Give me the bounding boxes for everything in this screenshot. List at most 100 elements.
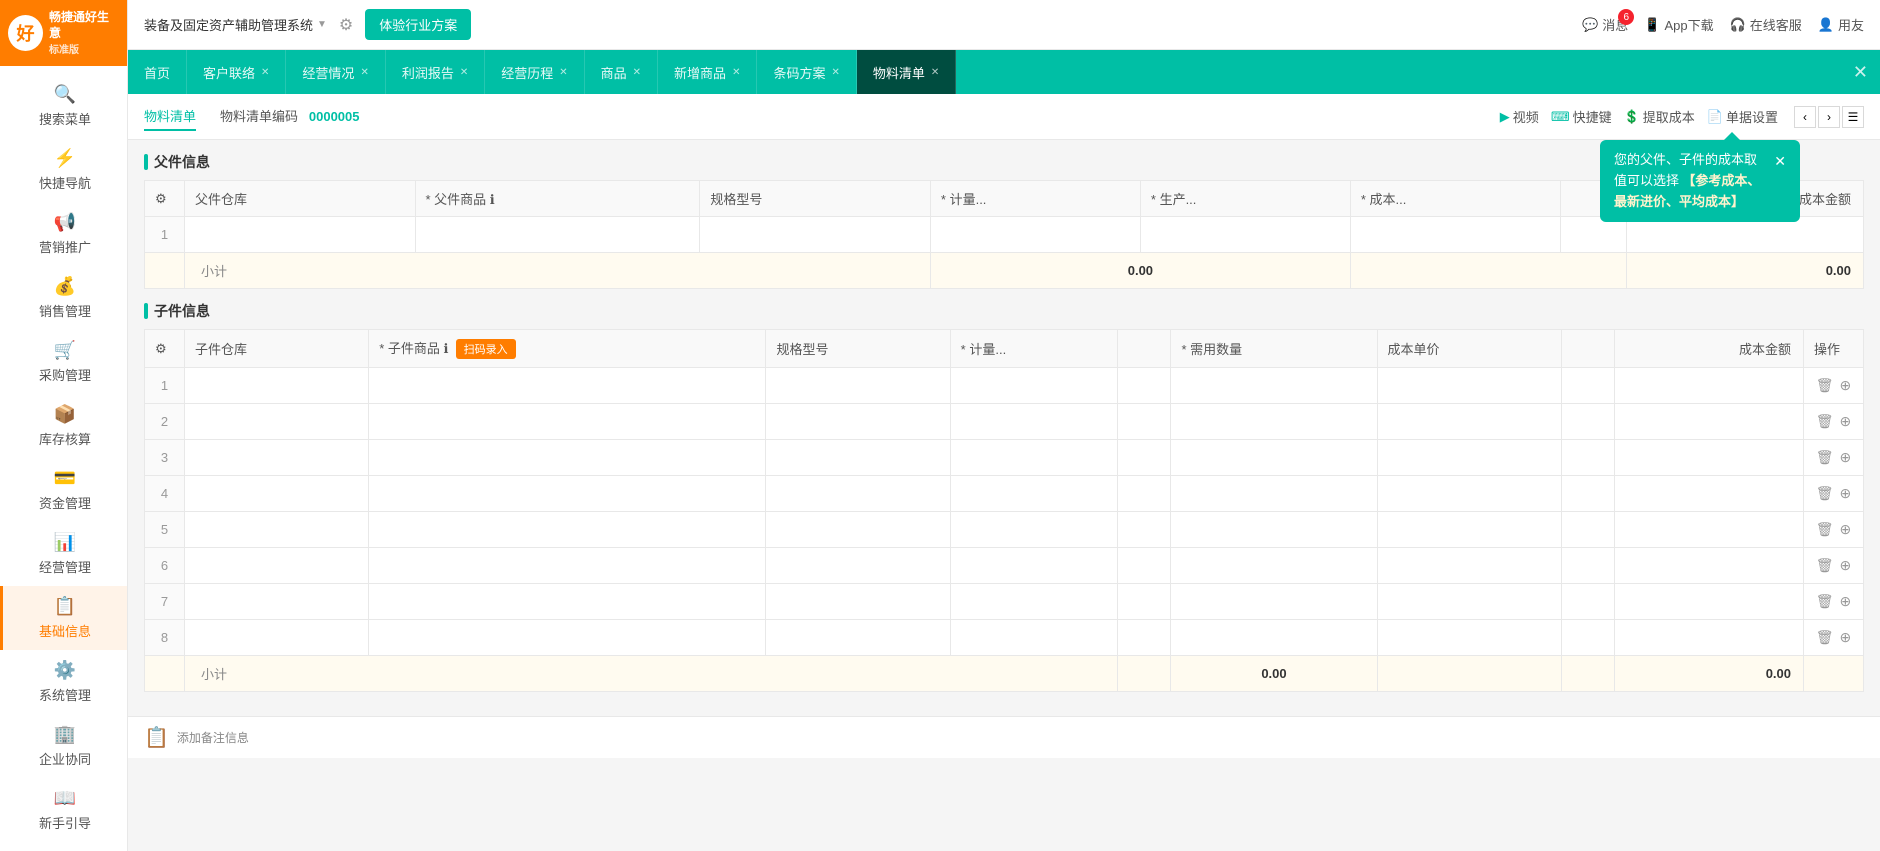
tab-operations-close[interactable]: ✕ [360, 67, 368, 78]
parent-cell-unit-1[interactable] [930, 217, 1140, 253]
child-cell-qty-6[interactable] [1171, 548, 1377, 584]
child-cell-unit-4[interactable] [950, 476, 1118, 512]
child-cell-unitcost-6[interactable] [1377, 548, 1561, 584]
child-cell-warehouse-7[interactable] [185, 584, 369, 620]
sidebar-item-enterprise[interactable]: 🏢 企业协同 [0, 714, 127, 778]
child-cell-qty-4[interactable] [1171, 476, 1377, 512]
sidebar-item-sales[interactable]: 💰 销售管理 [0, 266, 127, 330]
copy-icon-6[interactable]: ⊕ [1840, 557, 1852, 574]
shortcut-action[interactable]: ⌨ 快捷键 [1551, 107, 1612, 126]
child-cell-product-1[interactable] [369, 368, 766, 404]
view-action[interactable]: ▶ 视频 [1500, 107, 1539, 126]
settings-icon[interactable]: ⚙ [339, 15, 353, 35]
child-cell-spec-3[interactable] [766, 440, 950, 476]
child-cell-product-5[interactable] [369, 512, 766, 548]
sidebar-item-search[interactable]: 🔍 搜索菜单 [0, 74, 127, 138]
child-cell-warehouse-5[interactable] [185, 512, 369, 548]
child-cell-unit-8[interactable] [950, 620, 1118, 656]
delete-icon-5[interactable]: 🗑 [1816, 521, 1834, 538]
child-th-settings[interactable]: ⚙ [145, 330, 185, 368]
tab-history[interactable]: 经营历程 ✕ [485, 50, 584, 94]
scan-button[interactable]: 扫码录入 [456, 339, 516, 359]
sidebar-item-quicknav[interactable]: ⚡ 快捷导航 [0, 138, 127, 202]
parent-cell-product-1[interactable] [415, 217, 700, 253]
child-cell-spec-6[interactable] [766, 548, 950, 584]
child-cell-warehouse-3[interactable] [185, 440, 369, 476]
tab-newgoods[interactable]: 新增商品 ✕ [658, 50, 757, 94]
tab-barcode[interactable]: 条码方案 ✕ [757, 50, 856, 94]
copy-icon-4[interactable]: ⊕ [1840, 485, 1852, 502]
copy-icon-8[interactable]: ⊕ [1840, 629, 1852, 646]
system-title-selector[interactable]: 装备及固定资产辅助管理系统 ▼ [144, 15, 327, 34]
add-notes-label[interactable]: 添加备注信息 [177, 729, 249, 746]
child-cell-unitcost-5[interactable] [1377, 512, 1561, 548]
copy-icon-2[interactable]: ⊕ [1840, 413, 1852, 430]
sidebar-item-system[interactable]: ⚙️ 系统管理 [0, 650, 127, 714]
delete-icon-1[interactable]: 🗑 [1816, 377, 1834, 394]
parent-cell-warehouse-1[interactable] [185, 217, 416, 253]
child-cell-warehouse-2[interactable] [185, 404, 369, 440]
sidebar-item-baseinfo[interactable]: 📋 基础信息 [0, 586, 127, 650]
delete-icon-3[interactable]: 🗑 [1816, 449, 1834, 466]
child-cell-warehouse-1[interactable] [185, 368, 369, 404]
child-cell-spec-2[interactable] [766, 404, 950, 440]
sub-tab-bom[interactable]: 物料清单 [144, 102, 196, 131]
sidebar-item-marketing[interactable]: 📢 营销推广 [0, 202, 127, 266]
child-cell-spec-4[interactable] [766, 476, 950, 512]
copy-icon-1[interactable]: ⊕ [1840, 377, 1852, 394]
parent-cell-cost-1[interactable] [1350, 217, 1560, 253]
app-download-button[interactable]: 📱 App下载 [1644, 15, 1713, 34]
child-cell-product-8[interactable] [369, 620, 766, 656]
child-cell-spec-1[interactable] [766, 368, 950, 404]
child-cell-warehouse-8[interactable] [185, 620, 369, 656]
child-cell-spec-5[interactable] [766, 512, 950, 548]
delete-icon-2[interactable]: 🗑 [1816, 413, 1834, 430]
child-cell-unitcost-3[interactable] [1377, 440, 1561, 476]
tab-goods[interactable]: 商品 ✕ [585, 50, 658, 94]
user-button[interactable]: 👤 用友 [1818, 15, 1864, 34]
child-cell-unitcost-1[interactable] [1377, 368, 1561, 404]
list-view-button[interactable]: ☰ [1842, 106, 1864, 128]
tab-bom[interactable]: 物料清单 ✕ [857, 50, 956, 94]
online-service-button[interactable]: 🎧 在线客服 [1730, 15, 1802, 34]
sidebar-item-inventory[interactable]: 📦 库存核算 [0, 394, 127, 458]
child-cell-product-4[interactable] [369, 476, 766, 512]
sidebar-item-purchase[interactable]: 🛒 采购管理 [0, 330, 127, 394]
copy-icon-5[interactable]: ⊕ [1840, 521, 1852, 538]
copy-icon-7[interactable]: ⊕ [1840, 593, 1852, 610]
sidebar-item-guide[interactable]: 📖 新手引导 [0, 778, 127, 842]
child-cell-unit-2[interactable] [950, 404, 1118, 440]
delete-icon-6[interactable]: 🗑 [1816, 557, 1834, 574]
delete-icon-7[interactable]: 🗑 [1816, 593, 1834, 610]
settings-action[interactable]: 📄 单据设置 [1707, 107, 1778, 126]
tab-profit[interactable]: 利润报告 ✕ [386, 50, 485, 94]
child-cell-unitcost-7[interactable] [1377, 584, 1561, 620]
tab-newgoods-close[interactable]: ✕ [732, 67, 740, 78]
delete-icon-8[interactable]: 🗑 [1816, 629, 1834, 646]
child-cell-warehouse-6[interactable] [185, 548, 369, 584]
tab-customers-close[interactable]: ✕ [261, 67, 269, 78]
child-cell-qty-5[interactable] [1171, 512, 1377, 548]
child-cell-qty-1[interactable] [1171, 368, 1377, 404]
child-cell-spec-8[interactable] [766, 620, 950, 656]
parent-th-settings[interactable]: ⚙ [145, 181, 185, 217]
tab-close-all[interactable]: ✕ [1841, 62, 1880, 83]
next-page-button[interactable]: › [1818, 106, 1840, 128]
tab-operations[interactable]: 经营情况 ✕ [286, 50, 385, 94]
prev-page-button[interactable]: ‹ [1794, 106, 1816, 128]
child-cell-qty-8[interactable] [1171, 620, 1377, 656]
tab-history-close[interactable]: ✕ [559, 67, 567, 78]
parent-cell-production-1[interactable] [1140, 217, 1350, 253]
child-cell-qty-2[interactable] [1171, 404, 1377, 440]
sidebar-item-finance[interactable]: 💳 资金管理 [0, 458, 127, 522]
child-cell-unit-7[interactable] [950, 584, 1118, 620]
child-cell-product-3[interactable] [369, 440, 766, 476]
delete-icon-4[interactable]: 🗑 [1816, 485, 1834, 502]
child-cell-product-7[interactable] [369, 584, 766, 620]
child-cell-spec-7[interactable] [766, 584, 950, 620]
child-cell-warehouse-4[interactable] [185, 476, 369, 512]
tab-profit-close[interactable]: ✕ [460, 67, 468, 78]
tab-goods-close[interactable]: ✕ [633, 67, 641, 78]
child-cell-unit-3[interactable] [950, 440, 1118, 476]
child-cell-qty-7[interactable] [1171, 584, 1377, 620]
